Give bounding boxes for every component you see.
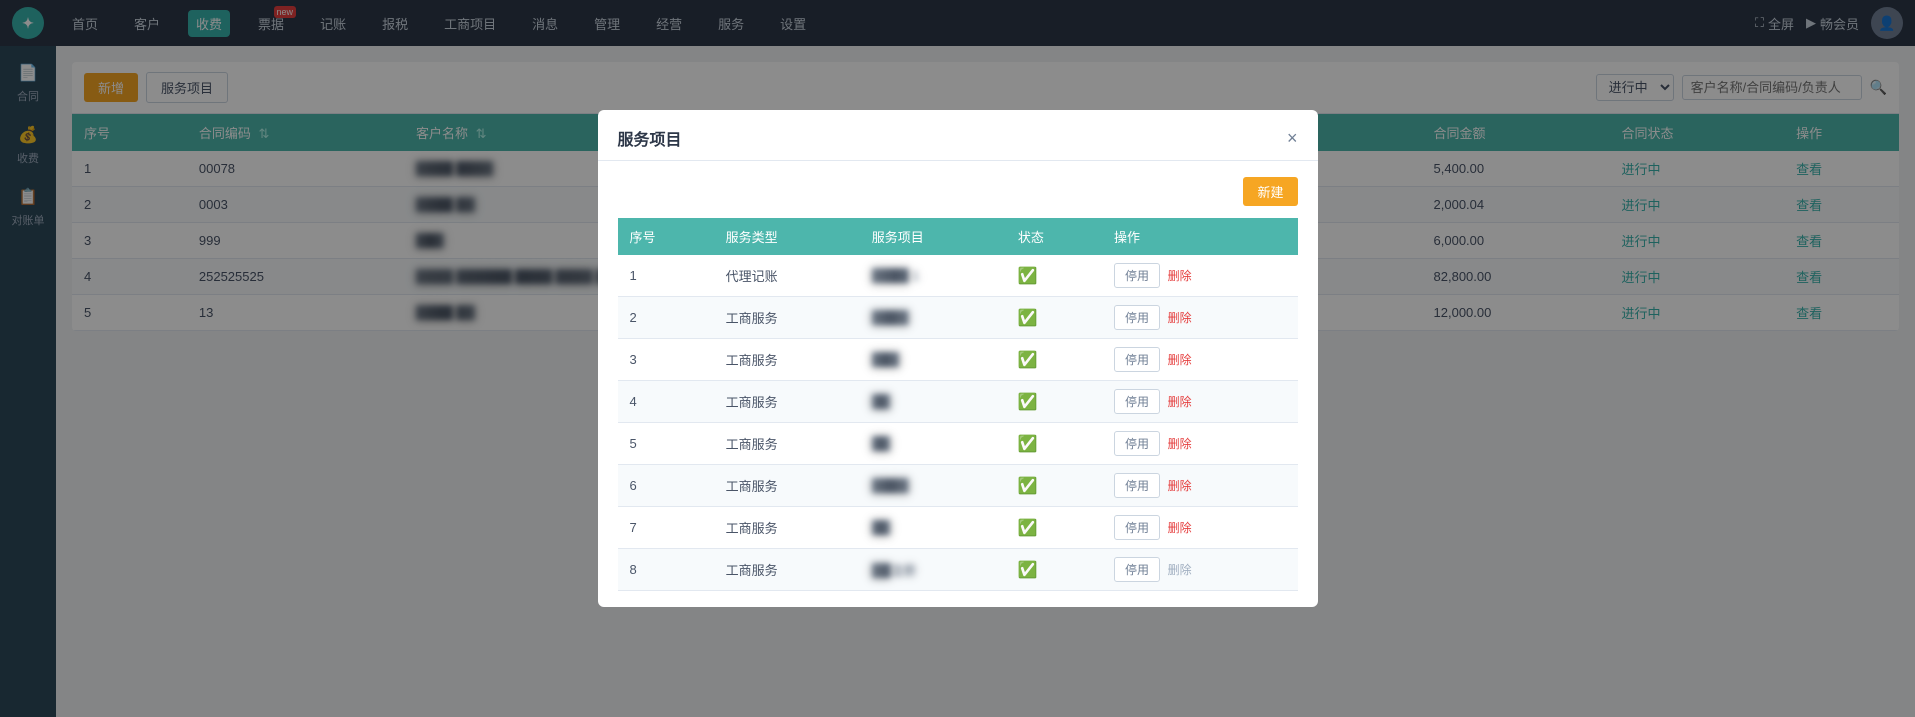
modal-header: 服务项目 × [598, 110, 1318, 161]
delete-btn[interactable]: 删除 [1168, 351, 1192, 368]
modal-cell-status: ✅ [1006, 423, 1102, 465]
modal-close-button[interactable]: × [1287, 129, 1298, 147]
modal-cell-item: ██ [860, 381, 1006, 423]
stop-btn[interactable]: 停用 [1114, 389, 1160, 414]
modal-cell-status: ✅ [1006, 255, 1102, 297]
service-item-modal: 服务项目 × 新建 序号 服务类型 服务项目 状态 操作 1 代理记账 [598, 110, 1318, 607]
modal-cell-status: ✅ [1006, 297, 1102, 339]
status-check-icon: ✅ [1018, 478, 1038, 495]
modal-cell-status: ✅ [1006, 381, 1102, 423]
modal-cell-type: 工商服务 [714, 339, 860, 381]
modal-table: 序号 服务类型 服务项目 状态 操作 1 代理记账 ████ 1 ✅ 停用 删除… [618, 218, 1298, 591]
modal-cell-id: 6 [618, 465, 714, 507]
status-check-icon: ✅ [1018, 352, 1038, 369]
modal-table-row: 5 工商服务 ██ ✅ 停用 删除 [618, 423, 1298, 465]
modal-cell-id: 8 [618, 549, 714, 591]
modal-cell-id: 7 [618, 507, 714, 549]
delete-btn[interactable]: 删除 [1168, 519, 1192, 536]
modal-cell-item: ██ [860, 507, 1006, 549]
delete-btn[interactable]: 删除 [1168, 435, 1192, 452]
modal-cell-type: 工商服务 [714, 297, 860, 339]
modal-table-row: 8 工商服务 ██注册 ✅ 停用 删除 [618, 549, 1298, 591]
status-check-icon: ✅ [1018, 520, 1038, 537]
modal-cell-type: 工商服务 [714, 423, 860, 465]
stop-btn[interactable]: 停用 [1114, 263, 1160, 288]
status-check-icon: ✅ [1018, 436, 1038, 453]
modal-cell-action: 停用 删除 [1102, 465, 1297, 507]
status-check-icon: ✅ [1018, 268, 1038, 285]
modal-cell-status: ✅ [1006, 507, 1102, 549]
modal-cell-item: ██ [860, 423, 1006, 465]
modal-toolbar: 新建 [618, 177, 1298, 206]
modal-cell-type: 工商服务 [714, 381, 860, 423]
modal-cell-action: 停用 删除 [1102, 339, 1297, 381]
modal-overlay[interactable]: 服务项目 × 新建 序号 服务类型 服务项目 状态 操作 1 代理记账 [0, 0, 1915, 717]
modal-table-row: 3 工商服务 ███ ✅ 停用 删除 [618, 339, 1298, 381]
delete-btn[interactable]: 删除 [1168, 267, 1192, 284]
modal-col-seq: 序号 [618, 218, 714, 255]
modal-table-row: 1 代理记账 ████ 1 ✅ 停用 删除 [618, 255, 1298, 297]
modal-col-status: 状态 [1006, 218, 1102, 255]
modal-cell-id: 4 [618, 381, 714, 423]
modal-cell-item: ███ [860, 339, 1006, 381]
modal-table-row: 4 工商服务 ██ ✅ 停用 删除 [618, 381, 1298, 423]
modal-cell-item: ████ [860, 465, 1006, 507]
modal-cell-status: ✅ [1006, 465, 1102, 507]
modal-cell-action: 停用 删除 [1102, 507, 1297, 549]
modal-cell-action: 停用 删除 [1102, 381, 1297, 423]
stop-btn[interactable]: 停用 [1114, 431, 1160, 456]
modal-table-row: 7 工商服务 ██ ✅ 停用 删除 [618, 507, 1298, 549]
modal-cell-id: 2 [618, 297, 714, 339]
modal-cell-type: 工商服务 [714, 549, 860, 591]
modal-title: 服务项目 [618, 126, 682, 150]
modal-cell-type: 工商服务 [714, 507, 860, 549]
delete-btn[interactable]: 删除 [1168, 309, 1192, 326]
modal-cell-type: 代理记账 [714, 255, 860, 297]
modal-cell-id: 5 [618, 423, 714, 465]
modal-col-item: 服务项目 [860, 218, 1006, 255]
stop-btn[interactable]: 停用 [1114, 305, 1160, 330]
status-check-icon: ✅ [1018, 394, 1038, 411]
modal-cell-id: 3 [618, 339, 714, 381]
modal-cell-status: ✅ [1006, 339, 1102, 381]
modal-cell-action: 停用 删除 [1102, 297, 1297, 339]
modal-body: 新建 序号 服务类型 服务项目 状态 操作 1 代理记账 ████ 1 ✅ 停用… [598, 161, 1318, 607]
modal-cell-item: ████ 1 [860, 255, 1006, 297]
modal-cell-item: ████ [860, 297, 1006, 339]
stop-btn[interactable]: 停用 [1114, 515, 1160, 540]
modal-cell-type: 工商服务 [714, 465, 860, 507]
stop-btn[interactable]: 停用 [1114, 473, 1160, 498]
modal-table-row: 2 工商服务 ████ ✅ 停用 删除 [618, 297, 1298, 339]
modal-cell-status: ✅ [1006, 549, 1102, 591]
modal-cell-item: ██注册 [860, 549, 1006, 591]
delete-btn-disabled[interactable]: 删除 [1168, 561, 1192, 578]
modal-cell-action: 停用 删除 [1102, 549, 1297, 591]
modal-table-row: 6 工商服务 ████ ✅ 停用 删除 [618, 465, 1298, 507]
modal-cell-action: 停用 删除 [1102, 423, 1297, 465]
modal-cell-id: 1 [618, 255, 714, 297]
modal-col-type: 服务类型 [714, 218, 860, 255]
modal-col-action: 操作 [1102, 218, 1297, 255]
stop-btn[interactable]: 停用 [1114, 557, 1160, 582]
status-check-icon: ✅ [1018, 310, 1038, 327]
modal-cell-action: 停用 删除 [1102, 255, 1297, 297]
delete-btn[interactable]: 删除 [1168, 477, 1192, 494]
stop-btn[interactable]: 停用 [1114, 347, 1160, 372]
modal-new-button[interactable]: 新建 [1243, 177, 1297, 206]
delete-btn[interactable]: 删除 [1168, 393, 1192, 410]
status-check-icon: ✅ [1018, 562, 1038, 579]
